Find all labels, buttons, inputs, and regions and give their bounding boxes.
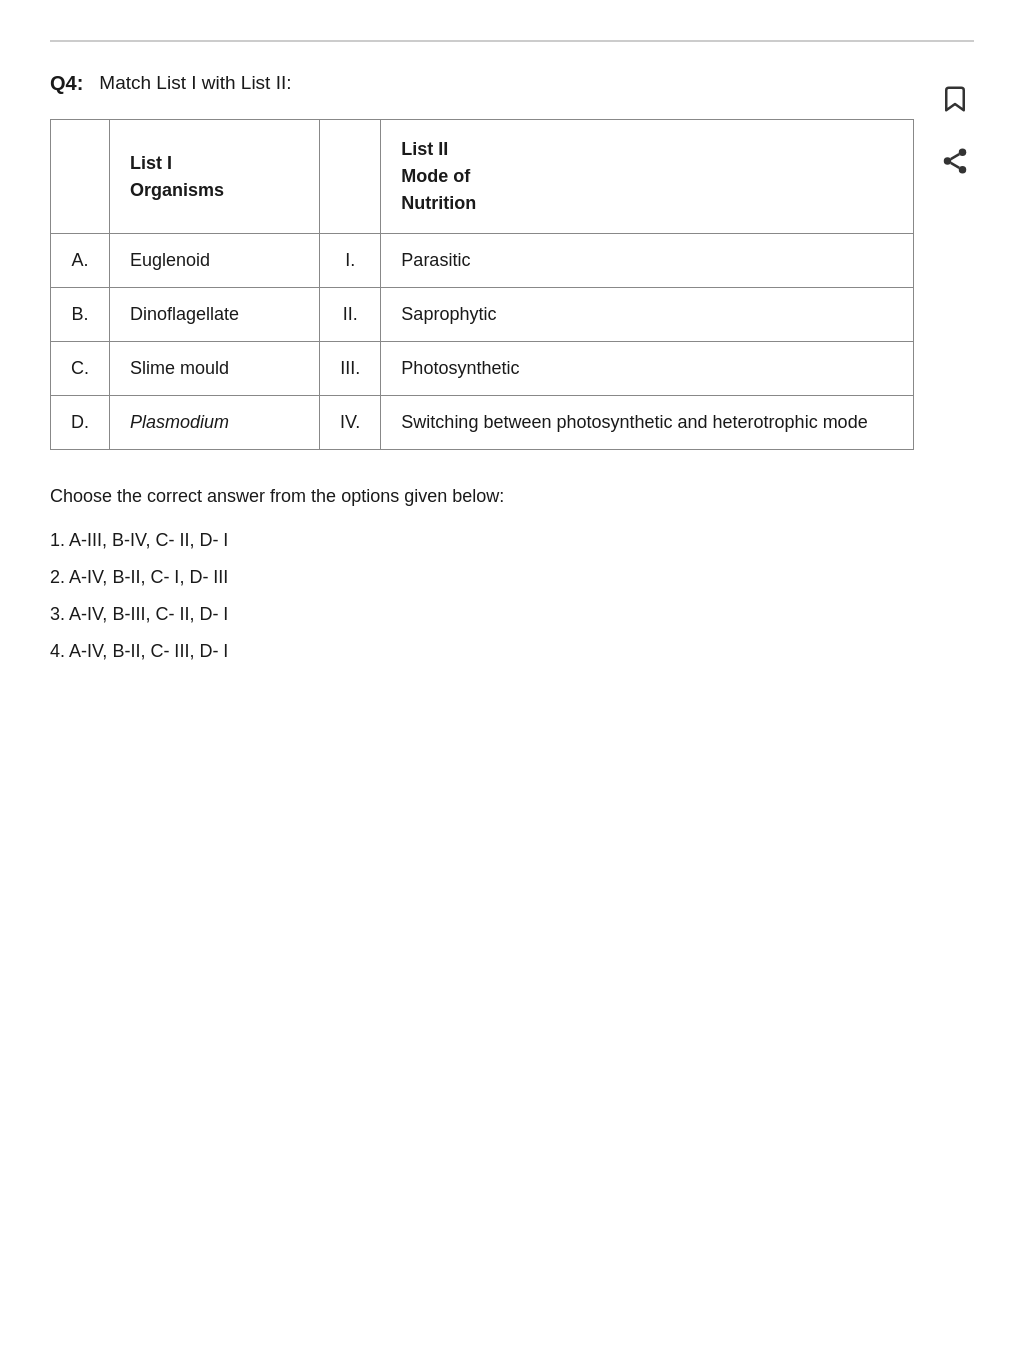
row-a-roman: I.	[320, 234, 381, 288]
question-content: Q4: Match List I with List II: List IOrg…	[50, 72, 974, 675]
svg-point-0	[959, 149, 967, 157]
question-text: Match List I with List II:	[99, 72, 291, 94]
header-col-empty1	[51, 120, 110, 234]
side-icons	[936, 72, 974, 180]
share-button[interactable]	[936, 142, 974, 180]
bookmark-button[interactable]	[936, 80, 974, 118]
answer-instruction: Choose the correct answer from the optio…	[50, 482, 914, 511]
list-item[interactable]: 2. A-IV, B-II, C- I, D- III	[50, 564, 914, 591]
row-d-organism: Plasmodium	[110, 396, 320, 450]
header-col-empty2	[320, 120, 381, 234]
svg-point-1	[944, 157, 952, 165]
row-c-roman: III.	[320, 342, 381, 396]
table-row: C. Slime mould III. Photosynthetic	[51, 342, 914, 396]
question-header: Q4: Match List I with List II:	[50, 72, 914, 95]
table-row: D. Plasmodium IV. Switching between phot…	[51, 396, 914, 450]
row-d-nutrition: Switching between photosynthetic and het…	[381, 396, 914, 450]
list-item[interactable]: 4. A-IV, B-II, C- III, D- I	[50, 638, 914, 665]
row-c-nutrition: Photosynthetic	[381, 342, 914, 396]
table-row: A. Euglenoid I. Parasitic	[51, 234, 914, 288]
svg-point-2	[959, 166, 967, 174]
svg-line-4	[951, 154, 960, 159]
row-b-nutrition: Saprophytic	[381, 288, 914, 342]
answer-options-list: 1. A-III, B-IV, C- II, D- I 2. A-IV, B-I…	[50, 527, 914, 665]
row-b-letter: B.	[51, 288, 110, 342]
match-table: List IOrganisms List IIMode ofNutrition …	[50, 119, 914, 450]
row-c-letter: C.	[51, 342, 110, 396]
row-a-organism: Euglenoid	[110, 234, 320, 288]
top-divider	[50, 40, 974, 42]
question-container: Q4: Match List I with List II: List IOrg…	[50, 72, 974, 675]
row-d-letter: D.	[51, 396, 110, 450]
list-item[interactable]: 1. A-III, B-IV, C- II, D- I	[50, 527, 914, 554]
row-a-letter: A.	[51, 234, 110, 288]
row-c-organism: Slime mould	[110, 342, 320, 396]
list-item[interactable]: 3. A-IV, B-III, C- II, D- I	[50, 601, 914, 628]
table-row: B. Dinoflagellate II. Saprophytic	[51, 288, 914, 342]
header-col-list2: List IIMode ofNutrition	[381, 120, 914, 234]
row-b-organism: Dinoflagellate	[110, 288, 320, 342]
header-col-list1: List IOrganisms	[110, 120, 320, 234]
svg-line-3	[951, 163, 960, 168]
row-a-nutrition: Parasitic	[381, 234, 914, 288]
row-d-roman: IV.	[320, 396, 381, 450]
row-b-roman: II.	[320, 288, 381, 342]
table-header-row: List IOrganisms List IIMode ofNutrition	[51, 120, 914, 234]
question-number: Q4:	[50, 72, 83, 95]
